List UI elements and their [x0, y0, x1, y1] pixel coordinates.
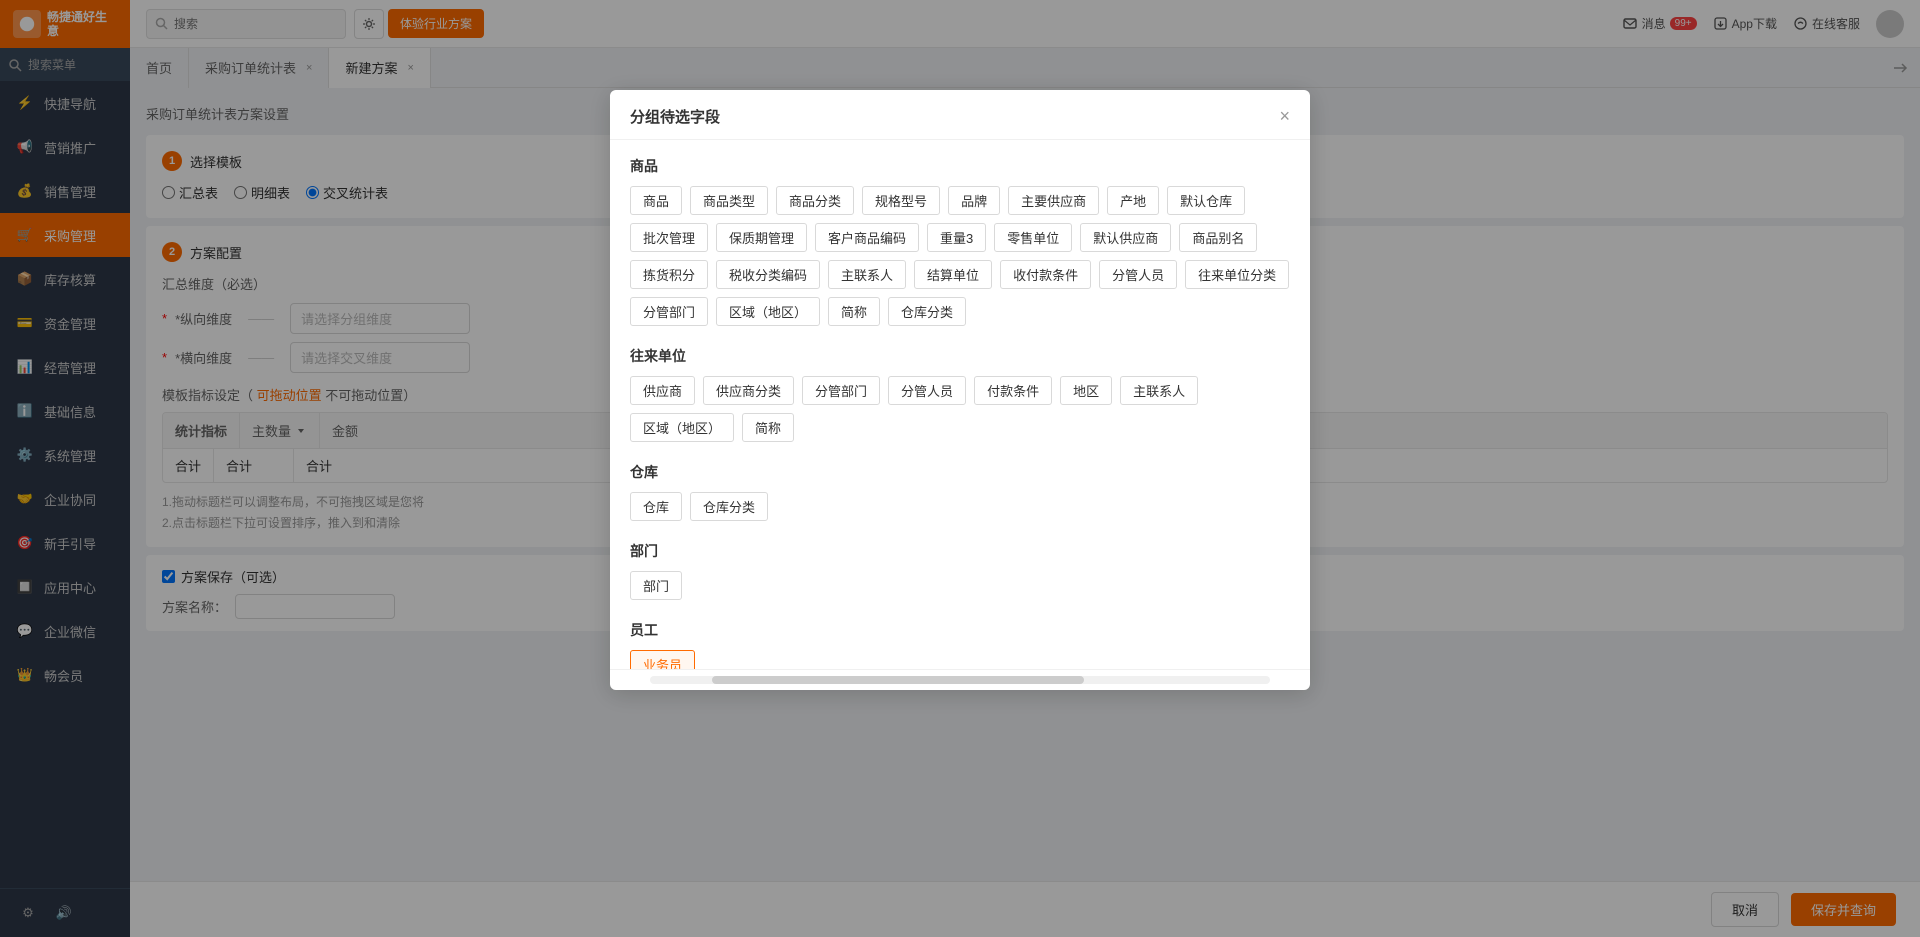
- field-tags: 仓库仓库分类: [630, 492, 1290, 521]
- field-tag[interactable]: 业务员: [630, 650, 695, 669]
- field-tag[interactable]: 供应商: [630, 376, 695, 405]
- field-tag[interactable]: 仓库: [630, 492, 682, 521]
- field-tag[interactable]: 往来单位分类: [1185, 260, 1289, 289]
- field-tag[interactable]: 简称: [828, 297, 880, 326]
- field-tag[interactable]: 税收分类编码: [716, 260, 820, 289]
- modal-bottom-scroll: [610, 669, 1310, 690]
- field-tag[interactable]: 仓库分类: [888, 297, 966, 326]
- field-section-部门: 部门部门: [630, 541, 1290, 600]
- field-section-title: 商品: [630, 156, 1290, 176]
- field-tag[interactable]: 拣货积分: [630, 260, 708, 289]
- field-tag[interactable]: 品牌: [948, 186, 1000, 215]
- field-tag[interactable]: 部门: [630, 571, 682, 600]
- field-tag[interactable]: 区域（地区）: [630, 413, 734, 442]
- field-tag[interactable]: 收付款条件: [1000, 260, 1091, 289]
- field-tags: 业务员: [630, 650, 1290, 669]
- field-tag[interactable]: 主联系人: [1120, 376, 1198, 405]
- field-tag[interactable]: 简称: [742, 413, 794, 442]
- field-tag[interactable]: 地区: [1060, 376, 1112, 405]
- field-section-商品: 商品商品商品类型商品分类规格型号品牌主要供应商产地默认仓库批次管理保质期管理客户…: [630, 156, 1290, 326]
- field-tag[interactable]: 重量3: [927, 223, 986, 252]
- field-tag[interactable]: 付款条件: [974, 376, 1052, 405]
- field-tag[interactable]: 商品别名: [1179, 223, 1257, 252]
- field-tag[interactable]: 默认供应商: [1080, 223, 1171, 252]
- field-tag[interactable]: 零售单位: [994, 223, 1072, 252]
- field-tag[interactable]: 主要供应商: [1008, 186, 1099, 215]
- field-tag[interactable]: 分管部门: [630, 297, 708, 326]
- field-tag[interactable]: 商品分类: [776, 186, 854, 215]
- field-tags: 部门: [630, 571, 1290, 600]
- field-section-title: 往来单位: [630, 346, 1290, 366]
- field-tag[interactable]: 客户商品编码: [815, 223, 919, 252]
- field-section-title: 仓库: [630, 462, 1290, 482]
- field-tag[interactable]: 分管部门: [802, 376, 880, 405]
- field-tag[interactable]: 产地: [1107, 186, 1159, 215]
- horizontal-scrollbar[interactable]: [650, 676, 1270, 684]
- field-section-title: 部门: [630, 541, 1290, 561]
- modal-close-button[interactable]: ×: [1279, 106, 1290, 127]
- field-tag[interactable]: 商品: [630, 186, 682, 215]
- field-section-仓库: 仓库仓库仓库分类: [630, 462, 1290, 521]
- field-tag[interactable]: 供应商分类: [703, 376, 794, 405]
- field-tag[interactable]: 规格型号: [862, 186, 940, 215]
- field-tag[interactable]: 保质期管理: [716, 223, 807, 252]
- field-tag[interactable]: 商品类型: [690, 186, 768, 215]
- field-tag[interactable]: 主联系人: [828, 260, 906, 289]
- modal-header: 分组待选字段 ×: [610, 90, 1310, 140]
- field-tag[interactable]: 分管人员: [888, 376, 966, 405]
- field-tags: 商品商品类型商品分类规格型号品牌主要供应商产地默认仓库批次管理保质期管理客户商品…: [630, 186, 1290, 326]
- modal-title: 分组待选字段: [630, 106, 720, 127]
- field-tag[interactable]: 结算单位: [914, 260, 992, 289]
- field-tag[interactable]: 区域（地区）: [716, 297, 820, 326]
- field-section-员工: 员工业务员: [630, 620, 1290, 669]
- field-tag[interactable]: 分管人员: [1099, 260, 1177, 289]
- modal-field-select: 分组待选字段 × 商品商品商品类型商品分类规格型号品牌主要供应商产地默认仓库批次…: [610, 90, 1310, 690]
- field-section-往来单位: 往来单位供应商供应商分类分管部门分管人员付款条件地区主联系人区域（地区） 简称: [630, 346, 1290, 442]
- field-tag[interactable]: 批次管理: [630, 223, 708, 252]
- horizontal-scroll-thumb: [712, 676, 1084, 684]
- field-tag[interactable]: 仓库分类: [690, 492, 768, 521]
- modal-body: 商品商品商品类型商品分类规格型号品牌主要供应商产地默认仓库批次管理保质期管理客户…: [610, 140, 1310, 669]
- field-section-title: 员工: [630, 620, 1290, 640]
- field-tag[interactable]: 默认仓库: [1167, 186, 1245, 215]
- field-tags: 供应商供应商分类分管部门分管人员付款条件地区主联系人区域（地区） 简称: [630, 376, 1290, 442]
